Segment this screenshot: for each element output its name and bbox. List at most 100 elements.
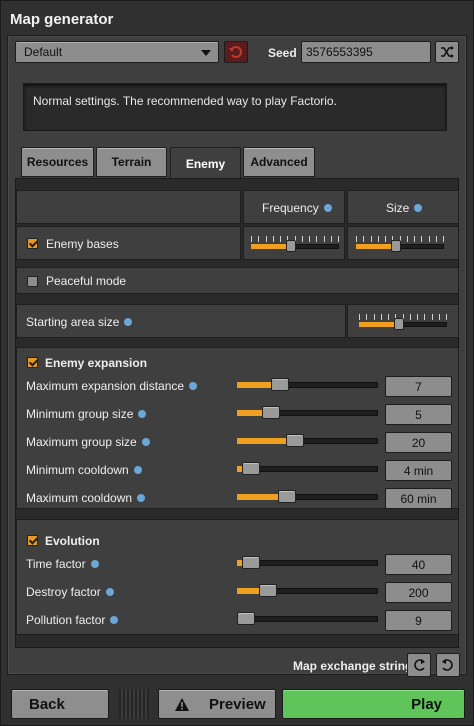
slider-knob[interactable]	[242, 556, 260, 569]
slider-knob[interactable]	[286, 240, 296, 252]
slider-fill	[359, 322, 399, 327]
chevron-down-icon	[201, 50, 211, 56]
window-title: Map generator	[10, 11, 114, 28]
info-icon[interactable]	[323, 203, 332, 212]
evolution-row-text: Time factor	[26, 557, 86, 571]
evolution-slider[interactable]	[237, 584, 378, 598]
tab-resources[interactable]: Resources	[21, 147, 94, 177]
info-icon[interactable]	[90, 559, 99, 568]
tab-advanced[interactable]: Advanced	[243, 147, 315, 177]
enemy-bases-checkbox[interactable]	[27, 238, 38, 249]
map-exchange-label: Map exchange string	[293, 659, 413, 673]
slider-tick	[443, 236, 444, 242]
enemy-expansion-title: Enemy expansion	[45, 356, 148, 370]
export-icon	[442, 659, 453, 671]
info-icon[interactable]	[414, 203, 423, 212]
evolution-value-field[interactable]: 40	[385, 554, 452, 575]
slider-knob[interactable]	[242, 462, 260, 475]
peaceful-mode-label: Peaceful mode	[46, 274, 127, 288]
slider-tick	[366, 314, 367, 320]
slider-knob[interactable]	[286, 434, 304, 447]
export-map-string-button[interactable]	[436, 653, 460, 677]
import-map-string-button[interactable]	[407, 653, 431, 677]
evolution-row-text: Pollution factor	[26, 613, 106, 627]
peaceful-mode-checkbox[interactable]	[27, 276, 38, 287]
slider-tick	[410, 314, 411, 320]
play-button[interactable]: Play	[282, 689, 465, 719]
info-icon[interactable]	[105, 587, 114, 596]
evolution-slider[interactable]	[237, 556, 378, 570]
slider-knob[interactable]	[259, 584, 277, 597]
preset-dropdown[interactable]: Default	[15, 41, 219, 63]
info-icon[interactable]	[141, 437, 150, 446]
table-header-blank	[16, 190, 241, 224]
expansion-value-field[interactable]: 4 min	[385, 460, 452, 481]
slider-knob[interactable]	[271, 378, 289, 391]
expansion-slider[interactable]	[237, 462, 378, 476]
shuffle-seed-button[interactable]	[435, 41, 459, 63]
expansion-value-field[interactable]: 5	[385, 404, 452, 425]
starting-area-row: Starting area size	[16, 304, 346, 338]
evolution-row-label: Destroy factor	[26, 585, 114, 599]
slider-tick	[359, 314, 360, 320]
slider-tick	[432, 314, 433, 320]
frequency-header-label: Frequency	[262, 201, 319, 215]
info-icon[interactable]	[124, 317, 133, 326]
slider-tick	[414, 236, 415, 242]
enemy-bases-frequency-slider[interactable]	[251, 233, 339, 252]
tab-enemy[interactable]: Enemy	[170, 147, 241, 179]
evolution-checkbox[interactable]	[27, 535, 38, 546]
slider-tick	[331, 236, 332, 242]
slider-knob[interactable]	[394, 318, 404, 330]
expansion-slider[interactable]	[237, 434, 378, 448]
slider-tick	[356, 236, 357, 242]
evolution-slider[interactable]	[237, 612, 378, 626]
size-header: Size	[347, 190, 459, 224]
expansion-slider[interactable]	[237, 406, 378, 420]
slider-tick	[424, 314, 425, 320]
reset-seed-button[interactable]	[224, 41, 248, 63]
expansion-row-label: Maximum cooldown	[26, 491, 146, 505]
slider-tick	[374, 314, 375, 320]
enemy-bases-size-cell	[347, 226, 459, 260]
evolution-title: Evolution	[45, 534, 100, 548]
evolution-row-label: Time factor	[26, 557, 99, 571]
slider-tick	[436, 236, 437, 242]
expansion-value-field[interactable]: 20	[385, 432, 452, 453]
expansion-row-text: Maximum group size	[26, 435, 137, 449]
starting-area-label: Starting area size	[26, 315, 120, 329]
expansion-slider[interactable]	[237, 378, 378, 392]
expansion-value-field[interactable]: 60 min	[385, 488, 452, 509]
info-icon[interactable]	[133, 465, 142, 474]
evolution-row-text: Destroy factor	[26, 585, 101, 599]
frequency-header: Frequency	[243, 190, 345, 224]
slider-knob[interactable]	[262, 406, 280, 419]
expansion-slider[interactable]	[237, 490, 378, 504]
evolution-value-field[interactable]: 200	[385, 582, 452, 603]
slider-tick	[324, 236, 325, 242]
slider-tick	[417, 314, 418, 320]
slider-tick	[371, 236, 372, 242]
slider-tick	[316, 236, 317, 242]
slider-knob[interactable]	[278, 490, 296, 503]
enemy-expansion-checkbox[interactable]	[27, 357, 38, 368]
info-icon[interactable]	[138, 409, 147, 418]
slider-knob[interactable]	[391, 240, 401, 252]
slider-tick	[381, 314, 382, 320]
expansion-value-field[interactable]: 7	[385, 376, 452, 397]
enemy-bases-size-slider[interactable]	[356, 233, 444, 252]
evolution-value-field[interactable]: 9	[385, 610, 452, 631]
seed-input[interactable]: 3576553395	[301, 41, 431, 63]
peaceful-mode-row: Peaceful mode	[16, 267, 459, 294]
drag-grip	[119, 689, 149, 719]
info-icon[interactable]	[189, 381, 198, 390]
tab-terrain[interactable]: Terrain	[96, 147, 167, 177]
slider-tick	[378, 236, 379, 242]
slider-knob[interactable]	[237, 612, 255, 625]
info-icon[interactable]	[110, 615, 119, 624]
preview-button[interactable]: Preview	[158, 689, 276, 719]
info-icon[interactable]	[137, 493, 146, 502]
back-button[interactable]: Back	[11, 689, 109, 719]
starting-area-slider[interactable]	[359, 311, 447, 330]
slider-tick	[385, 236, 386, 242]
